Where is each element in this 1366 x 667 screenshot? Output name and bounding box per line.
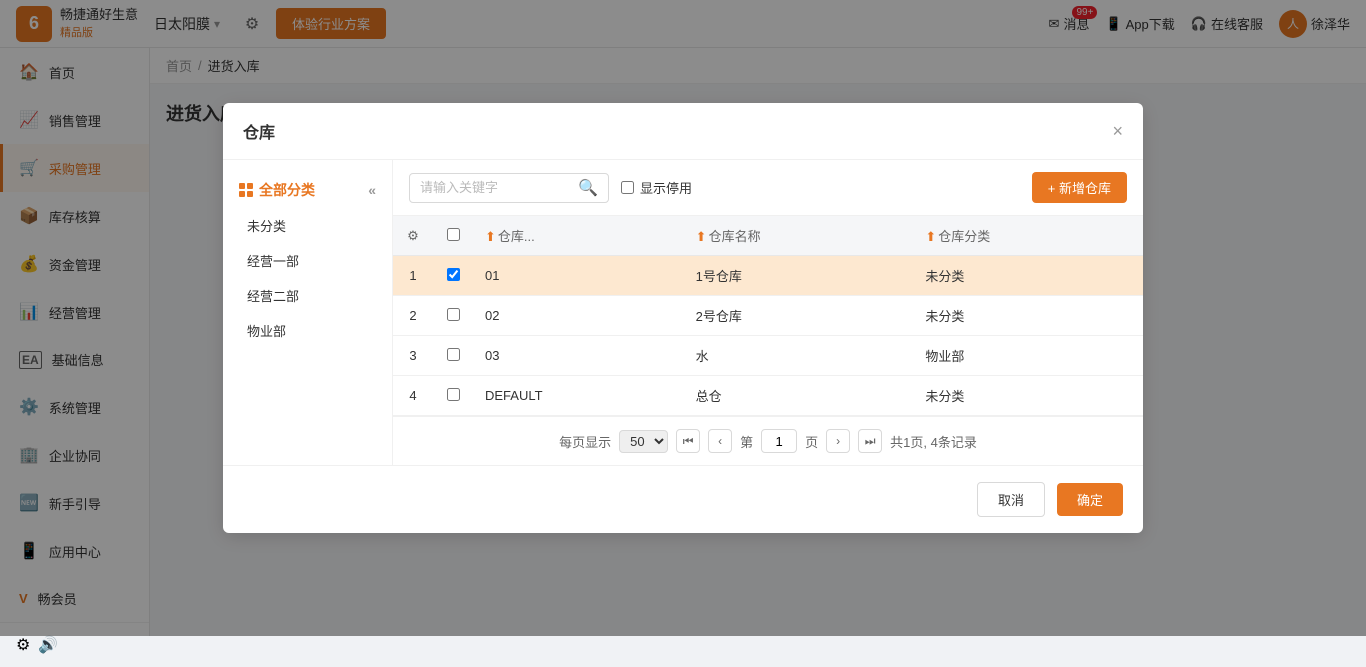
close-icon[interactable]: × xyxy=(1112,122,1123,140)
cancel-button[interactable]: 取消 xyxy=(977,482,1045,517)
warehouse-modal: 仓库 × 全部分类 « 未分类 经营一部 经营二部 物业部 xyxy=(223,103,1143,533)
show-disabled-checkbox[interactable] xyxy=(621,181,634,194)
row-checkbox[interactable] xyxy=(447,268,460,281)
warehouse-table-container: ⚙ ⬆仓库... ⬆仓库名称 ⬆仓库分类 1 01 1号仓库 未分类 2 xyxy=(393,216,1143,416)
row-checkbox-cell[interactable] xyxy=(433,336,473,376)
all-categories-item[interactable]: 全部分类 « xyxy=(223,172,392,208)
category-item-uncategorized[interactable]: 未分类 xyxy=(223,208,392,243)
first-page-button[interactable]: ⏮ xyxy=(676,429,700,453)
speaker-icon[interactable]: 🔊 xyxy=(38,635,58,655)
row-checkbox-cell[interactable] xyxy=(433,376,473,416)
add-warehouse-button[interactable]: + 新增仓库 xyxy=(1032,172,1127,203)
row-checkbox-cell[interactable] xyxy=(433,256,473,296)
category-item-dept2[interactable]: 经营二部 xyxy=(223,278,392,313)
confirm-button[interactable]: 确定 xyxy=(1057,483,1123,516)
row-category: 未分类 xyxy=(913,256,1143,296)
modal-body: 全部分类 « 未分类 经营一部 经营二部 物业部 🔍 xyxy=(223,160,1143,465)
gear-column-header: ⚙ xyxy=(393,216,433,256)
checkbox-column-header xyxy=(433,216,473,256)
table-row[interactable]: 2 02 2号仓库 未分类 xyxy=(393,296,1143,336)
row-name: 总仓 xyxy=(684,376,914,416)
row-name: 水 xyxy=(684,336,914,376)
search-box: 🔍 xyxy=(409,173,609,203)
right-toolbar: 🔍 显示停用 + 新增仓库 xyxy=(393,160,1143,216)
modal-title: 仓库 xyxy=(243,119,275,143)
category-panel: 全部分类 « 未分类 经营一部 经营二部 物业部 xyxy=(223,160,393,465)
last-page-button[interactable]: ⏭ xyxy=(858,429,882,453)
page-number-input[interactable] xyxy=(761,429,797,453)
row-name: 1号仓库 xyxy=(684,256,914,296)
row-code: 01 xyxy=(473,256,684,296)
row-checkbox[interactable] xyxy=(447,348,460,361)
row-name: 2号仓库 xyxy=(684,296,914,336)
name-column-header: ⬆仓库名称 xyxy=(684,216,914,256)
sort-icon: ⬆ xyxy=(485,229,496,244)
sort-icon: ⬆ xyxy=(925,229,936,244)
right-panel: 🔍 显示停用 + 新增仓库 ⚙ xyxy=(393,160,1143,465)
prev-page-button[interactable]: ‹ xyxy=(708,429,732,453)
modal-header: 仓库 × xyxy=(223,103,1143,160)
collapse-icon[interactable]: « xyxy=(368,182,376,198)
per-page-select[interactable]: 50 xyxy=(619,430,668,453)
settings-bottom-icon[interactable]: ⚙ xyxy=(16,635,30,655)
row-number: 3 xyxy=(393,336,433,376)
code-column-header: ⬆仓库... xyxy=(473,216,684,256)
row-code: 03 xyxy=(473,336,684,376)
row-code: DEFAULT xyxy=(473,376,684,416)
show-disabled-checkbox-label[interactable]: 显示停用 xyxy=(621,178,692,197)
table-row[interactable]: 4 DEFAULT 总仓 未分类 xyxy=(393,376,1143,416)
row-number: 4 xyxy=(393,376,433,416)
row-checkbox[interactable] xyxy=(447,388,460,401)
row-number: 2 xyxy=(393,296,433,336)
gear-header-icon: ⚙ xyxy=(407,228,419,243)
table-header-row: ⚙ ⬆仓库... ⬆仓库名称 ⬆仓库分类 xyxy=(393,216,1143,256)
row-category: 未分类 xyxy=(913,296,1143,336)
sort-icon: ⬆ xyxy=(696,229,707,244)
grid-icon xyxy=(239,183,253,197)
category-item-property[interactable]: 物业部 xyxy=(223,313,392,348)
search-input[interactable] xyxy=(420,180,572,195)
select-all-checkbox[interactable] xyxy=(447,228,460,241)
row-checkbox-cell[interactable] xyxy=(433,296,473,336)
row-category: 物业部 xyxy=(913,336,1143,376)
row-checkbox[interactable] xyxy=(447,308,460,321)
category-item-dept1[interactable]: 经营一部 xyxy=(223,243,392,278)
modal-overlay: 仓库 × 全部分类 « 未分类 经营一部 经营二部 物业部 xyxy=(0,0,1366,636)
warehouse-table: ⚙ ⬆仓库... ⬆仓库名称 ⬆仓库分类 1 01 1号仓库 未分类 2 xyxy=(393,216,1143,416)
row-code: 02 xyxy=(473,296,684,336)
next-page-button[interactable]: › xyxy=(826,429,850,453)
table-row[interactable]: 1 01 1号仓库 未分类 xyxy=(393,256,1143,296)
pagination: 每页显示 50 ⏮ ‹ 第 页 › ⏭ 共1页, 4条记录 xyxy=(393,416,1143,465)
table-row[interactable]: 3 03 水 物业部 xyxy=(393,336,1143,376)
search-icon: 🔍 xyxy=(578,178,598,198)
row-category: 未分类 xyxy=(913,376,1143,416)
modal-footer: 取消 确定 xyxy=(223,465,1143,533)
category-column-header: ⬆仓库分类 xyxy=(913,216,1143,256)
row-number: 1 xyxy=(393,256,433,296)
